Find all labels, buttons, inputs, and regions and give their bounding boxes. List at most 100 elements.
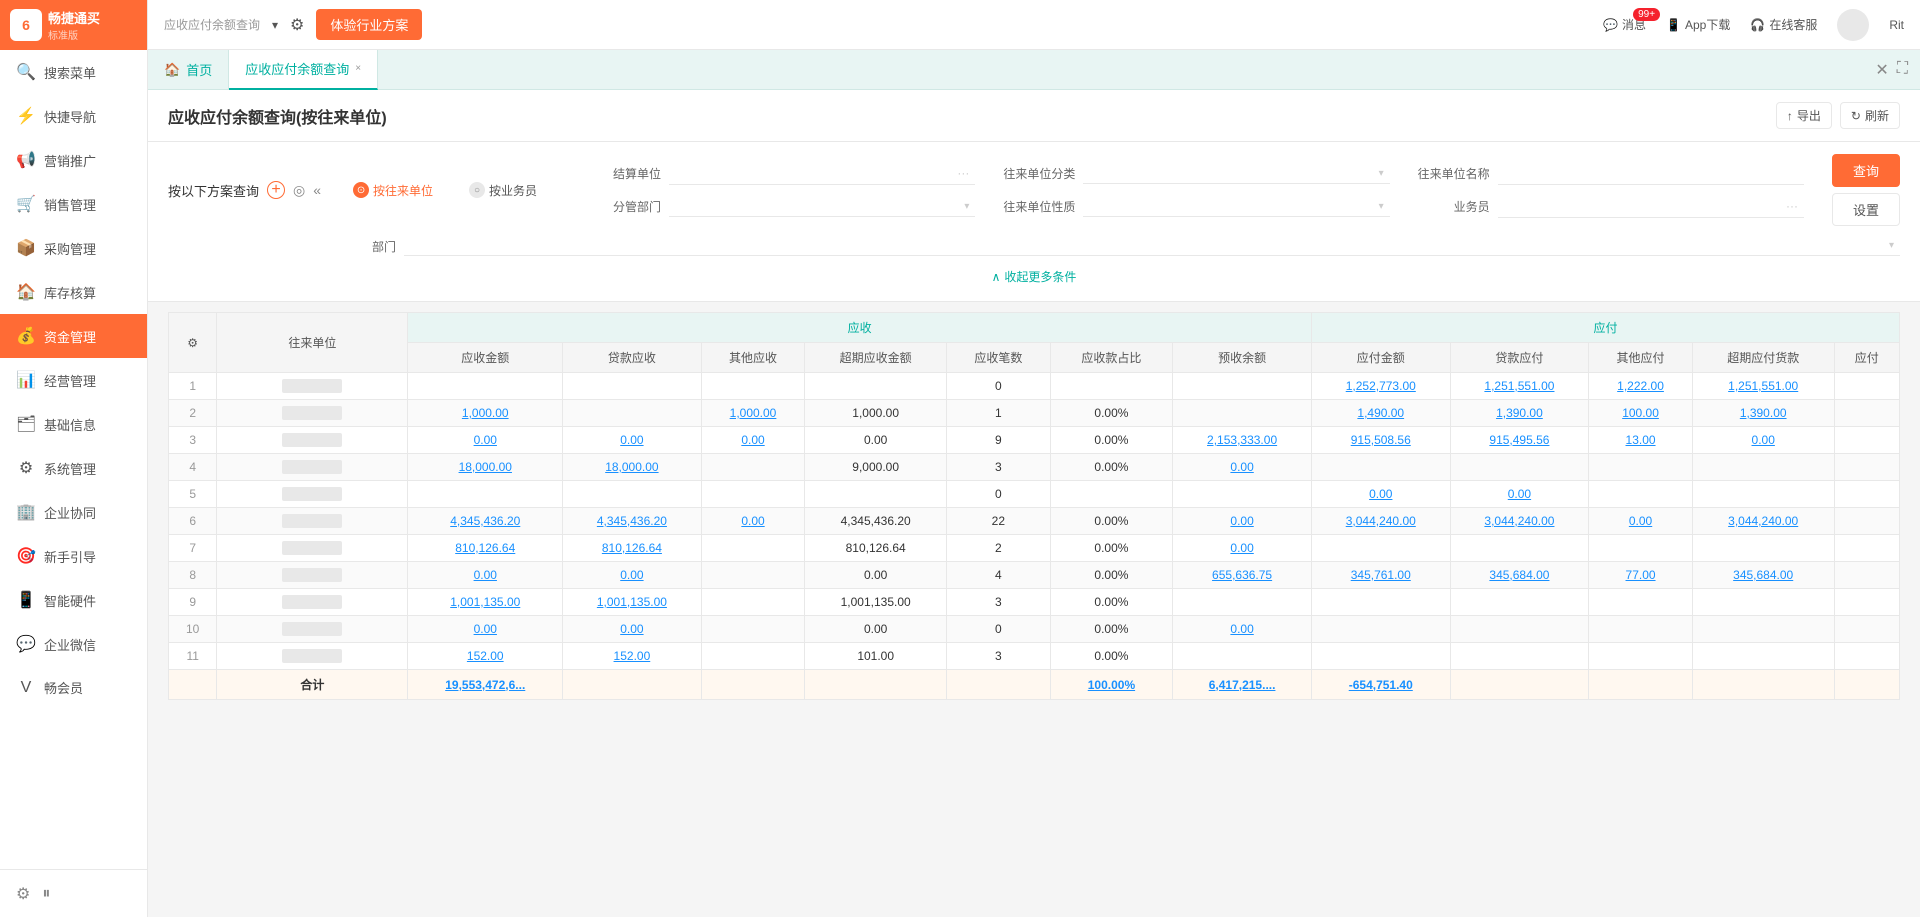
- table-cell[interactable]: 0.00: [408, 562, 563, 589]
- sidebar-item-finance[interactable]: 💰资金管理: [0, 314, 147, 358]
- header-dropdown-icon[interactable]: ▾: [272, 18, 278, 32]
- header-avatar[interactable]: [1837, 9, 1869, 41]
- query-method-unit[interactable]: ⊙ 按往来单位: [341, 176, 445, 205]
- table-cell[interactable]: 4,345,436.20: [563, 508, 702, 535]
- refresh-button[interactable]: ↻ 刷新: [1840, 102, 1900, 129]
- table-cell[interactable]: 1,001,135.00: [408, 589, 563, 616]
- table-cell[interactable]: 152.00: [408, 643, 563, 670]
- table-cell[interactable]: 18,000.00: [563, 454, 702, 481]
- table-cell[interactable]: 1,000.00: [408, 400, 563, 427]
- header-username[interactable]: Rit: [1889, 18, 1904, 32]
- table-cell[interactable]: 3,044,240.00: [1311, 508, 1450, 535]
- header-online-service[interactable]: 🎧 在线客服: [1750, 16, 1817, 33]
- unit-name-input[interactable]: [1498, 162, 1804, 185]
- sidebar-item-enterprise[interactable]: 🏢企业协同: [0, 490, 147, 534]
- table-cell[interactable]: 0.00: [563, 427, 702, 454]
- tab-close-icon[interactable]: ×: [355, 63, 361, 74]
- table-cell[interactable]: 0.00: [1311, 481, 1450, 508]
- solution-button[interactable]: 体验行业方案: [316, 9, 422, 40]
- table-cell[interactable]: 345,684.00: [1692, 562, 1834, 589]
- sidebar-item-marketing[interactable]: 📢营销推广: [0, 138, 147, 182]
- tab-home[interactable]: 🏠 首页: [148, 50, 229, 90]
- sidebar-item-quick[interactable]: ⚡快捷导航: [0, 94, 147, 138]
- salesperson-input[interactable]: ···: [1498, 195, 1804, 218]
- table-cell[interactable]: 1,390.00: [1450, 400, 1589, 427]
- filter-settings-icon[interactable]: ◎: [293, 182, 305, 199]
- expand-window-icon[interactable]: ⛶: [1897, 60, 1908, 80]
- table-cell[interactable]: 0.00: [563, 616, 702, 643]
- table-cell[interactable]: 0.00: [1173, 616, 1312, 643]
- table-cell[interactable]: 152.00: [563, 643, 702, 670]
- sidebar-item-member[interactable]: V畅会员: [0, 666, 147, 709]
- table-cell[interactable]: 655,636.75: [1173, 562, 1312, 589]
- table-cell[interactable]: 100.00: [1589, 400, 1693, 427]
- table-cell[interactable]: 0.00: [701, 427, 805, 454]
- table-cell[interactable]: 0.00: [563, 562, 702, 589]
- table-cell: [408, 373, 563, 400]
- table-cell[interactable]: 0.00: [1692, 427, 1834, 454]
- collapse-icon[interactable]: ⏸: [42, 885, 50, 903]
- sidebar-item-sales[interactable]: 🛒销售管理: [0, 182, 147, 226]
- table-cell[interactable]: 1,251,551.00: [1450, 373, 1589, 400]
- table-cell[interactable]: 1,001,135.00: [563, 589, 702, 616]
- table-cell[interactable]: 1,252,773.00: [1311, 373, 1450, 400]
- table-cell[interactable]: 18,000.00: [408, 454, 563, 481]
- sidebar-item-inventory[interactable]: 🏠库存核算: [0, 270, 147, 314]
- sidebar-item-system[interactable]: ⚙系统管理: [0, 446, 147, 490]
- close-window-icon[interactable]: ✕: [1875, 60, 1888, 80]
- filter-add-button[interactable]: +: [267, 181, 285, 199]
- table-cell[interactable]: 4,345,436.20: [408, 508, 563, 535]
- table-cell[interactable]: 1,251,551.00: [1692, 373, 1834, 400]
- export-button[interactable]: ↑ 导出: [1776, 102, 1832, 129]
- table-cell[interactable]: 1,490.00: [1311, 400, 1450, 427]
- table-cell[interactable]: 77.00: [1589, 562, 1693, 589]
- table-cell[interactable]: 915,495.56: [1450, 427, 1589, 454]
- header-app-download[interactable]: 📱 App下载: [1666, 16, 1730, 33]
- table-cell[interactable]: 810,126.64: [408, 535, 563, 562]
- salesperson-method-icon: ○: [469, 182, 485, 198]
- total-cell: [1834, 670, 1899, 700]
- table-cell[interactable]: 1,000.00: [701, 400, 805, 427]
- sidebar-item-hardware[interactable]: 📱智能硬件: [0, 578, 147, 622]
- table-cell[interactable]: 0.00: [408, 616, 563, 643]
- table-cell[interactable]: 0.00: [408, 427, 563, 454]
- filter-collapse-btn[interactable]: «: [313, 182, 321, 198]
- table-cell[interactable]: 345,684.00: [1450, 562, 1589, 589]
- sidebar-item-guide[interactable]: 🎯新手引导: [0, 534, 147, 578]
- sidebar-item-purchase[interactable]: 📦采购管理: [0, 226, 147, 270]
- table-cell: [1692, 481, 1834, 508]
- table-cell[interactable]: 1,222.00: [1589, 373, 1693, 400]
- department-select[interactable]: ▾: [669, 197, 975, 217]
- settings-header[interactable]: ⚙: [169, 313, 217, 373]
- table-cell[interactable]: 1,390.00: [1692, 400, 1834, 427]
- sidebar-item-basic[interactable]: 🗂基础信息: [0, 402, 147, 446]
- query-method-salesperson[interactable]: ○ 按业务员: [457, 176, 549, 205]
- tab-receivable-query[interactable]: 应收应付余额查询 ×: [229, 50, 378, 90]
- table-cell[interactable]: 13.00: [1589, 427, 1693, 454]
- table-cell[interactable]: 2,153,333.00: [1173, 427, 1312, 454]
- sidebar-item-operations[interactable]: 📊经营管理: [0, 358, 147, 402]
- unit-category-select[interactable]: ▾: [1083, 164, 1389, 184]
- table-cell[interactable]: 0.00: [1173, 454, 1312, 481]
- table-cell[interactable]: 3,044,240.00: [1450, 508, 1589, 535]
- header-settings-icon[interactable]: ⚙: [290, 15, 304, 35]
- header-message[interactable]: 💬 消息 99+: [1603, 16, 1646, 33]
- filter-collapse-button[interactable]: ∧ 收起更多条件: [168, 264, 1900, 289]
- table-cell[interactable]: 3,044,240.00: [1692, 508, 1834, 535]
- table-cell[interactable]: 345,761.00: [1311, 562, 1450, 589]
- table-cell[interactable]: 0.00: [1589, 508, 1693, 535]
- table-cell[interactable]: 810,126.64: [563, 535, 702, 562]
- settings-button[interactable]: 设置: [1832, 193, 1900, 226]
- unit-nature-select[interactable]: ▾: [1083, 197, 1389, 217]
- dept-select[interactable]: ▾: [404, 236, 1900, 256]
- query-button[interactable]: 查询: [1832, 154, 1900, 187]
- table-cell[interactable]: 0.00: [1173, 535, 1312, 562]
- sidebar-item-search[interactable]: 🔍搜索菜单: [0, 50, 147, 94]
- table-cell[interactable]: 915,508.56: [1311, 427, 1450, 454]
- settlement-unit-input[interactable]: ···: [669, 162, 975, 185]
- sidebar-item-wechat[interactable]: 💬企业微信: [0, 622, 147, 666]
- table-cell[interactable]: 0.00: [701, 508, 805, 535]
- settings-bottom-icon[interactable]: ⚙: [16, 884, 30, 904]
- table-cell[interactable]: 0.00: [1173, 508, 1312, 535]
- table-cell[interactable]: 0.00: [1450, 481, 1589, 508]
